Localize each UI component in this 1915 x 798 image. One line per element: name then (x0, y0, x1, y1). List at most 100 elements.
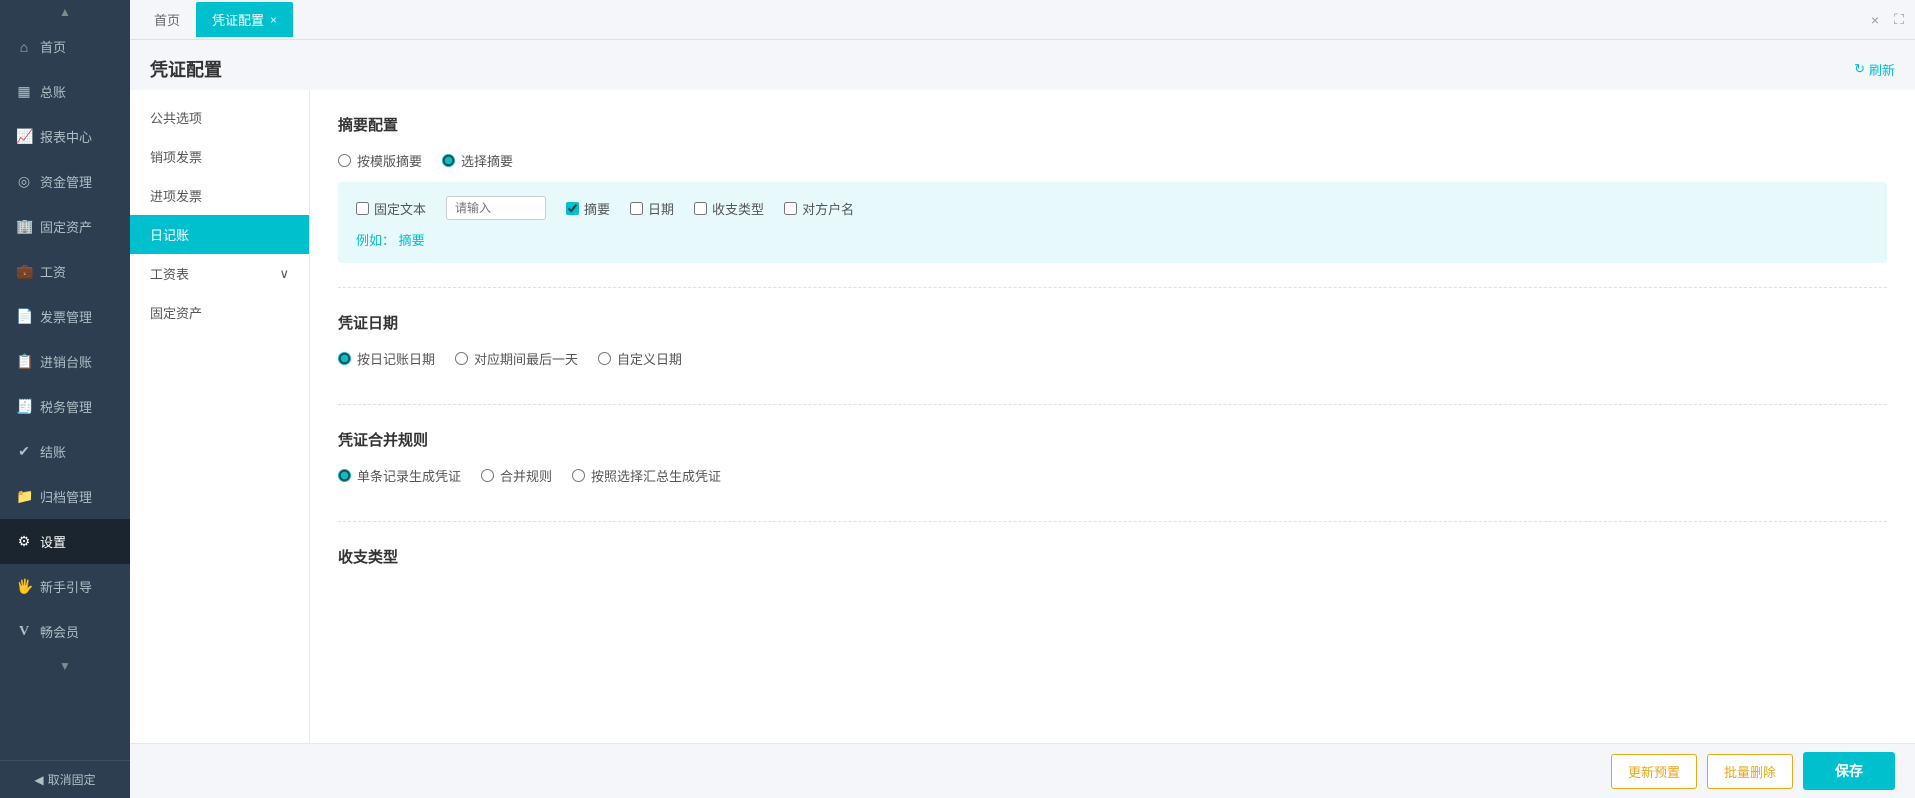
sidebar-item-assets[interactable]: 🏢 固定资产 (0, 204, 130, 249)
sidebar-item-payroll[interactable]: 💼 工资 (0, 249, 130, 294)
batch-delete-button[interactable]: 批量删除 (1707, 754, 1793, 789)
sidebar-item-tax[interactable]: 🧾 税务管理 (0, 384, 130, 429)
sidebar-item-funds[interactable]: ◎ 资金管理 (0, 159, 130, 204)
abstract-checkbox[interactable] (566, 202, 579, 215)
page-title: 凭证配置 (150, 56, 222, 82)
date-checkbox[interactable] (630, 202, 643, 215)
merge-rule-option[interactable]: 合并规则 (481, 466, 552, 485)
minimize-button[interactable]: × (1867, 12, 1883, 28)
sidebar-item-label: 发票管理 (40, 307, 92, 326)
sidebar-item-label: 归档管理 (40, 487, 92, 506)
counterpart-cb-label: 对方户名 (802, 199, 854, 218)
refresh-label: 刷新 (1869, 60, 1895, 79)
nav-sales-invoice[interactable]: 销项发票 (130, 137, 309, 176)
income-type-section: 收支类型 (338, 546, 1887, 607)
by-due-date-label: 对应期间最后一天 (474, 349, 578, 368)
voucher-date-group: 按日记账日期 对应期间最后一天 自定义日期 (338, 349, 1887, 368)
invoice-icon: 📄 (16, 308, 32, 325)
sidebar-item-label: 报表中心 (40, 127, 92, 146)
sales-ledger-icon: 📋 (16, 353, 32, 370)
nav-public[interactable]: 公共选项 (130, 98, 309, 137)
custom-date-option[interactable]: 自定义日期 (598, 349, 682, 368)
nav-fixed-assets[interactable]: 固定资产 (130, 293, 309, 332)
funds-icon: ◎ (16, 173, 32, 190)
counterpart-checkbox[interactable] (784, 202, 797, 215)
sidebar-scroll-up[interactable]: ▲ (0, 0, 130, 24)
income-type-checkbox[interactable] (694, 202, 707, 215)
reports-icon: 📈 (16, 128, 32, 145)
nav-purchase-invoice[interactable]: 进项发票 (130, 176, 309, 215)
abstract-cb-option[interactable]: 摘要 (566, 199, 610, 218)
sidebar-item-settings[interactable]: ⚙ 设置 (0, 519, 130, 564)
select-mode-option[interactable]: 选择摘要 (442, 151, 513, 170)
sidebar-item-label: 税务管理 (40, 397, 92, 416)
nav-journal[interactable]: 日记账 (130, 215, 309, 254)
tab-home-label: 首页 (154, 10, 180, 29)
main-area: 首页 凭证配置 × × ⛶ 凭证配置 ↻ 刷新 公共选项 销项发票 进 (130, 0, 1915, 798)
sidebar-item-label: 畅会员 (40, 622, 79, 641)
example-label: 例如： (356, 233, 395, 248)
single-record-radio[interactable] (338, 469, 351, 482)
abstract-section: 摘要配置 按模版摘要 选择摘要 固定文本 (338, 114, 1887, 288)
voucher-date-section: 凭证日期 按日记账日期 对应期间最后一天 自定义日期 (338, 312, 1887, 405)
nav-payroll-table-label: 工资表 (150, 264, 189, 283)
update-preset-button[interactable]: 更新预置 (1611, 754, 1697, 789)
save-button[interactable]: 保存 (1803, 752, 1895, 790)
by-due-date-radio[interactable] (455, 352, 468, 365)
select-mode-radio[interactable] (442, 154, 455, 167)
sidebar-item-home[interactable]: ⌂ 首页 (0, 24, 130, 69)
sidebar-item-label: 新手引导 (40, 577, 92, 596)
by-due-date-option[interactable]: 对应期间最后一天 (455, 349, 578, 368)
sidebar-scroll-down[interactable]: ▼ (0, 654, 130, 678)
assets-icon: 🏢 (16, 218, 32, 235)
custom-date-radio[interactable] (598, 352, 611, 365)
example-value: 摘要 (399, 233, 425, 248)
nav-journal-label: 日记账 (150, 225, 189, 244)
sidebar-item-label: 工资 (40, 262, 66, 281)
date-cb-option[interactable]: 日期 (630, 199, 674, 218)
ledger-icon: ▦ (16, 83, 32, 100)
sidebar-item-sales-ledger[interactable]: 📋 进销台账 (0, 339, 130, 384)
merge-rule-label: 合并规则 (500, 466, 552, 485)
merge-rule-radio[interactable] (481, 469, 494, 482)
sidebar-item-archive[interactable]: 📁 归档管理 (0, 474, 130, 519)
abstract-mode-group: 按模版摘要 选择摘要 (338, 151, 1887, 170)
tab-home[interactable]: 首页 (138, 2, 196, 37)
income-type-cb-label: 收支类型 (712, 199, 764, 218)
sidebar-item-guide[interactable]: 🖐 新手引导 (0, 564, 130, 609)
sidebar-item-label: 设置 (40, 532, 66, 551)
sidebar-item-label: 进销台账 (40, 352, 92, 371)
fixed-text-checkbox[interactable] (356, 202, 369, 215)
template-mode-option[interactable]: 按模版摘要 (338, 151, 422, 170)
select-summary-radio[interactable] (572, 469, 585, 482)
sidebar-item-label: 结账 (40, 442, 66, 461)
by-journal-date-radio[interactable] (338, 352, 351, 365)
tab-voucher-config[interactable]: 凭证配置 × (196, 2, 293, 37)
sidebar-item-settlement[interactable]: ✔ 结账 (0, 429, 130, 474)
nav-payroll-table[interactable]: 工资表 ∨ (130, 254, 309, 293)
income-type-cb-option[interactable]: 收支类型 (694, 199, 764, 218)
tab-config-label: 凭证配置 (212, 10, 264, 29)
sidebar-item-reports[interactable]: 📈 报表中心 (0, 114, 130, 159)
sidebar-toggle[interactable]: ◀ 取消固定 (0, 761, 130, 798)
select-summary-option[interactable]: 按照选择汇总生成凭证 (572, 466, 721, 485)
maximize-button[interactable]: ⛶ (1891, 12, 1907, 28)
abstract-section-title: 摘要配置 (338, 114, 1887, 135)
sidebar-item-vip[interactable]: V 畅会员 (0, 609, 130, 654)
window-controls: × ⛶ (1867, 12, 1907, 28)
counterpart-cb-option[interactable]: 对方户名 (784, 199, 854, 218)
sidebar-item-invoice[interactable]: 📄 发票管理 (0, 294, 130, 339)
refresh-button[interactable]: ↻ 刷新 (1854, 60, 1895, 79)
template-mode-radio[interactable] (338, 154, 351, 167)
nav-public-label: 公共选项 (150, 108, 202, 127)
tab-close-icon[interactable]: × (270, 13, 277, 27)
single-record-option[interactable]: 单条记录生成凭证 (338, 466, 461, 485)
merge-rules-group: 单条记录生成凭证 合并规则 按照选择汇总生成凭证 (338, 466, 1887, 485)
fixed-text-input[interactable] (446, 196, 546, 220)
fixed-text-option[interactable]: 固定文本 (356, 199, 426, 218)
nav-fixed-assets-label: 固定资产 (150, 303, 202, 322)
sidebar-item-ledger[interactable]: ▦ 总账 (0, 69, 130, 114)
by-journal-date-option[interactable]: 按日记账日期 (338, 349, 435, 368)
page-header: 凭证配置 ↻ 刷新 (130, 40, 1915, 90)
by-journal-date-label: 按日记账日期 (357, 349, 435, 368)
